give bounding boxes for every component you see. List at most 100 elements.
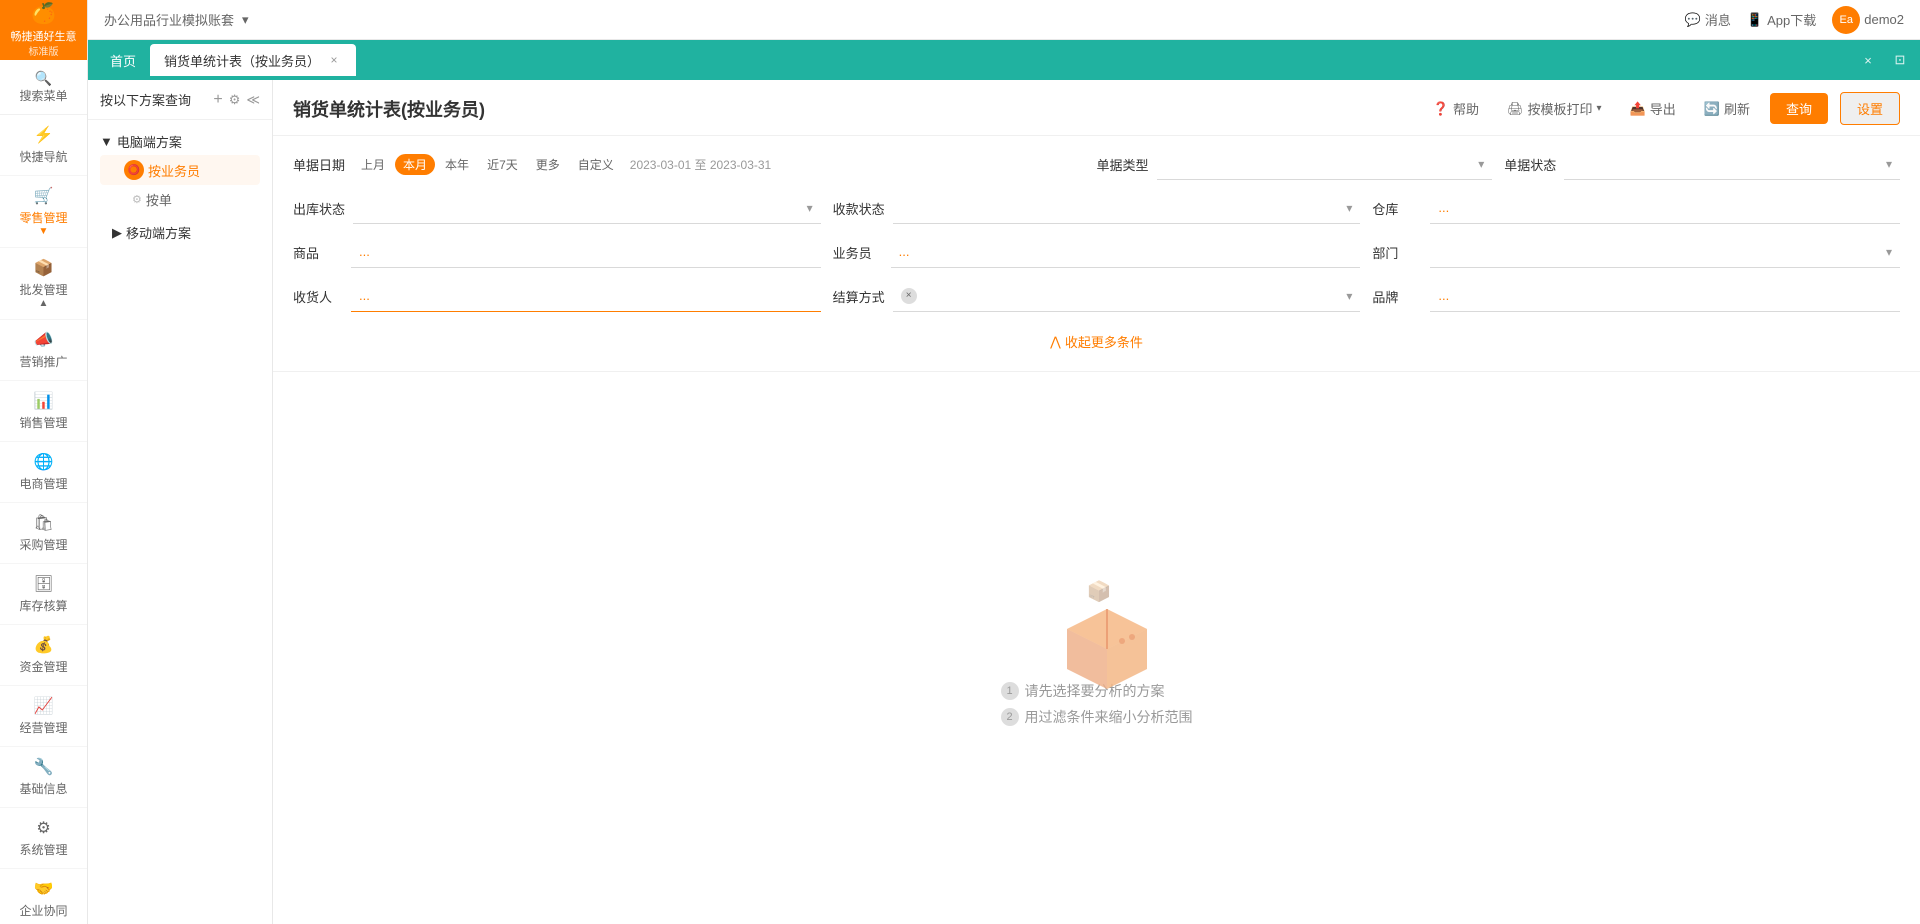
print-button[interactable]: 🖨 按模板打印 ▾ (1499, 95, 1610, 122)
date-tab-more[interactable]: 更多 (528, 154, 568, 175)
brand-ellipsis-icon[interactable]: ... (1438, 288, 1449, 303)
empty-state-hint-2: 2 用过滤条件来缩小分析范围 (1001, 707, 1193, 727)
date-tab-7days[interactable]: 近7天 (479, 154, 526, 175)
scheme-item-by-salesperson[interactable]: ⭕ 按业务员 (100, 155, 260, 185)
scheme-group-desktop-title[interactable]: ▼ 电脑端方案 (100, 128, 260, 155)
salesperson-ellipsis-icon[interactable]: ... (899, 244, 910, 259)
date-tab-this-month[interactable]: 本月 (395, 154, 435, 175)
print-arrow-icon: ▾ (1597, 103, 1602, 114)
dept-control[interactable] (1430, 236, 1900, 268)
user-profile[interactable]: Ea demo2 (1832, 6, 1904, 34)
filter-consignee: 收货人 ... (293, 280, 821, 312)
sidebar-item-purchase[interactable]: 🛍 采购管理 (0, 503, 87, 564)
message-label: 消息 (1705, 10, 1731, 29)
doc-status-control[interactable] (1564, 148, 1900, 180)
basic-icon: 🔧 (34, 757, 54, 777)
tab-home[interactable]: 首页 (96, 44, 150, 76)
message-button[interactable]: 💬 消息 (1685, 10, 1731, 29)
sidebar-item-marketing[interactable]: 📣 营销推广 (0, 320, 87, 381)
shortcut-label: 快捷导航 (19, 148, 67, 165)
tab-restore-button[interactable]: ⊡ (1888, 48, 1912, 72)
help-button[interactable]: ❓ 帮助 (1425, 95, 1487, 122)
right-content: 销货单统计表(按业务员) ❓ 帮助 🖨 按模板打印 ▾ 📤 导出 (273, 80, 1920, 924)
sidebar-item-search[interactable]: 🔍 搜索菜单 (0, 60, 87, 115)
warehouse-control[interactable]: ... (1430, 192, 1900, 224)
topbar-right: 💬 消息 📱 App下载 Ea demo2 (1685, 6, 1904, 34)
scheme-sub-item-by-order[interactable]: ⚙ 按单 (100, 185, 260, 214)
purchase-icon: 🛍 (33, 513, 53, 533)
sidebar-item-basic[interactable]: 🔧 基础信息 (0, 747, 87, 808)
date-tab-this-year[interactable]: 本年 (437, 154, 477, 175)
receive-status-control[interactable] (893, 192, 1361, 224)
sidebar-item-retail[interactable]: 🛒 零售管理 ▼ (0, 176, 87, 248)
tab-close-button[interactable]: × (326, 52, 342, 68)
brand-control[interactable]: ... (1430, 280, 1900, 312)
hint-2-num: 2 (1001, 708, 1019, 726)
basic-label: 基础信息 (19, 780, 67, 797)
payment-clear-button[interactable]: × (901, 288, 917, 304)
filter-warehouse: 仓库 ... (1372, 192, 1900, 224)
breadcrumb-arrow-icon[interactable]: ▾ (242, 12, 249, 28)
left-panel-collapse-button[interactable]: ≪ (246, 92, 260, 108)
query-button[interactable]: 查询 (1770, 93, 1828, 124)
refresh-icon: 🔄 (1704, 101, 1720, 117)
salesperson-control[interactable]: ... (891, 236, 1361, 268)
sidebar-item-finance[interactable]: 💰 资金管理 (0, 625, 87, 686)
consignee-ellipsis-icon[interactable]: ... (359, 288, 370, 303)
query-label: 查询 (1786, 99, 1812, 118)
date-tab-last-month[interactable]: 上月 (353, 154, 393, 175)
scheme-sub-icon: ⚙ (132, 193, 142, 206)
doc-type-control[interactable] (1157, 148, 1493, 180)
settings-button[interactable]: 设置 (1840, 92, 1900, 125)
filter-row-1: 单据日期 上月 本月 本年 近7天 更多 自定义 2023-03-01 至 20… (293, 148, 1900, 180)
sidebar-logo: 🍊 畅捷通好生意 标准版 (0, 0, 87, 60)
left-panel-header: 按以下方案查询 + ⚙ ≪ (88, 80, 272, 120)
left-panel-header-actions: + ⚙ ≪ (213, 91, 260, 109)
scheme-group-mobile-title[interactable]: ▶ 移动端方案 (100, 218, 260, 247)
goods-ellipsis-icon[interactable]: ... (359, 244, 370, 259)
export-icon: 📤 (1630, 101, 1646, 117)
doc-type-label: 单据类型 (1097, 155, 1149, 174)
sidebar-item-system[interactable]: ⚙ 系统管理 (0, 808, 87, 869)
payment-control[interactable]: × (893, 280, 1361, 312)
sidebar-item-shortcut[interactable]: ⚡ 快捷导航 (0, 115, 87, 176)
tab-bar: 首页 销货单统计表（按业务员） × × ⊡ (88, 40, 1920, 80)
consignee-control[interactable]: ... (351, 280, 821, 312)
tab-sales-stat[interactable]: 销货单统计表（按业务员） × (150, 44, 356, 76)
sidebar-item-ecommerce[interactable]: 🌐 电商管理 (0, 442, 87, 503)
date-tab-custom[interactable]: 自定义 (570, 154, 622, 175)
out-status-control[interactable] (353, 192, 821, 224)
filter-payment: 结算方式 × (833, 280, 1361, 312)
collapse-button[interactable]: ⋀ 收起更多条件 (293, 324, 1900, 359)
payment-label: 结算方式 (833, 287, 885, 306)
logo-sub: 标准版 (29, 46, 59, 60)
left-panel-settings-button[interactable]: ⚙ (229, 92, 241, 108)
sidebar-item-wholesale[interactable]: 📦 批发管理 ▲ (0, 248, 87, 320)
goods-control[interactable]: ... (351, 236, 821, 268)
retail-icon: 🛒 (34, 186, 54, 206)
sales-icon: 📊 (34, 391, 54, 411)
filter-out-status: 出库状态 (293, 192, 821, 224)
collapse-label: 收起更多条件 (1065, 332, 1143, 351)
app-download-button[interactable]: 📱 App下载 (1747, 10, 1816, 29)
sidebar-item-inventory[interactable]: 🗄 库存核算 (0, 564, 87, 625)
refresh-button[interactable]: 🔄 刷新 (1696, 95, 1758, 122)
filter-area: 单据日期 上月 本月 本年 近7天 更多 自定义 2023-03-01 至 20… (273, 136, 1920, 372)
print-icon: 🖨 (1507, 101, 1524, 117)
help-icon: ❓ (1433, 101, 1449, 117)
receive-status-arrow-icon (1346, 200, 1352, 215)
ecommerce-label: 电商管理 (19, 475, 67, 492)
export-button[interactable]: 📤 导出 (1622, 95, 1684, 122)
scheme-group-desktop-label: 电脑端方案 (117, 132, 182, 151)
sidebar-item-sales[interactable]: 📊 销售管理 (0, 381, 87, 442)
dept-label: 部门 (1372, 243, 1422, 262)
warehouse-label: 仓库 (1372, 199, 1422, 218)
wholesale-arrow: ▲ (39, 298, 49, 309)
warehouse-ellipsis-icon[interactable]: ... (1438, 200, 1449, 215)
left-panel-add-button[interactable]: + (213, 91, 222, 109)
left-panel: 按以下方案查询 + ⚙ ≪ ▼ 电脑端方案 ⭕ 按业务员 (88, 80, 273, 924)
sidebar-item-enterprise[interactable]: 🤝 企业协同 (0, 869, 87, 924)
tab-close-all-button[interactable]: × (1856, 48, 1880, 72)
sidebar-item-operations[interactable]: 📈 经营管理 (0, 686, 87, 747)
message-icon: 💬 (1685, 12, 1701, 28)
